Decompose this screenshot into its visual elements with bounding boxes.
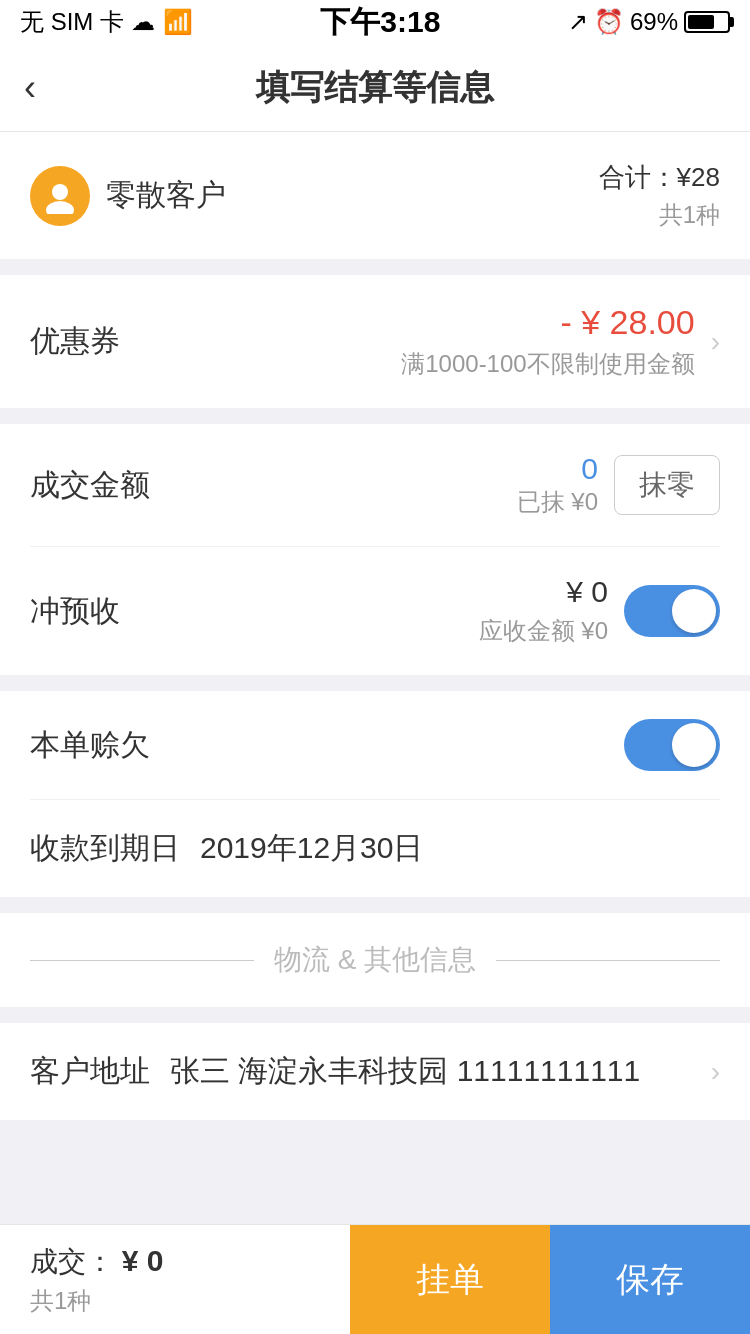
customer-row: 零散客户 合计：¥28 共1种 — [0, 132, 750, 259]
svg-point-0 — [52, 184, 68, 200]
bottom-deal-row: 成交： ¥ 0 — [30, 1243, 320, 1281]
bottom-deal-label: 成交： — [30, 1246, 114, 1277]
coupon-section: 优惠券 - ¥ 28.00 满1000-100不限制使用金额 › — [0, 275, 750, 408]
chevron-icon: › — [711, 326, 720, 358]
hang-button[interactable]: 挂单 — [350, 1225, 550, 1334]
customer-left: 零散客户 — [30, 166, 226, 226]
location-icon: ↗ — [568, 8, 588, 36]
customer-right: 合计：¥28 共1种 — [599, 160, 720, 231]
battery-icon — [684, 11, 730, 33]
credit-row: 本单赊欠 — [0, 691, 750, 799]
status-time: 下午3:18 — [320, 2, 440, 43]
due-date-label: 收款到期日 — [30, 828, 180, 869]
battery-fill — [688, 15, 714, 29]
coupon-label: 优惠券 — [30, 321, 120, 362]
svg-point-1 — [46, 201, 74, 214]
no-sim-text: 无 SIM 卡 ☁ — [20, 6, 155, 38]
wifi-icon: 📶 — [163, 8, 193, 36]
address-chevron-icon: › — [711, 1056, 720, 1088]
address-section: 客户地址 张三 海淀永丰科技园 11111111111 › — [0, 1023, 750, 1120]
prepayment-values: ¥ 0 应收金额 ¥0 — [479, 575, 608, 647]
total-count: 共1种 — [599, 199, 720, 231]
save-button-label: 保存 — [616, 1257, 684, 1303]
due-date-row: 收款到期日 2019年12月30日 — [0, 800, 750, 897]
deal-amount-label: 成交金额 — [30, 465, 150, 506]
address-row[interactable]: 客户地址 张三 海淀永丰科技园 11111111111 › — [0, 1023, 750, 1120]
total-label: 合计：¥28 — [599, 160, 720, 195]
credit-toggle-knob — [672, 723, 716, 767]
logistics-label: 物流 & 其他信息 — [274, 941, 476, 979]
deal-amount-sub: 已抹 ¥0 — [517, 486, 598, 518]
nav-bar: ‹ 填写结算等信息 — [0, 44, 750, 132]
prepayment-right: ¥ 0 应收金额 ¥0 — [479, 575, 720, 647]
logistics-header: 物流 & 其他信息 — [0, 913, 750, 1007]
bottom-info: 成交： ¥ 0 共1种 — [0, 1225, 350, 1334]
customer-section: 零散客户 合计：¥28 共1种 — [0, 132, 750, 259]
prepayment-value: ¥ 0 — [566, 575, 608, 608]
content: 零散客户 合计：¥28 共1种 优惠券 - ¥ 28.00 满1000-100不… — [0, 132, 750, 1256]
prepayment-toggle[interactable] — [624, 585, 720, 637]
page-title: 填写结算等信息 — [256, 65, 494, 111]
deal-amount-row: 成交金额 0 已抹 ¥0 抹零 — [0, 424, 750, 546]
deal-amount-values: 0 已抹 ¥0 — [517, 452, 598, 518]
avatar — [30, 166, 90, 226]
coupon-right: - ¥ 28.00 满1000-100不限制使用金额 › — [401, 303, 720, 380]
prepayment-sub: 应收金额 ¥0 — [479, 615, 608, 647]
customer-name: 零散客户 — [106, 175, 226, 216]
logistics-line-left — [30, 960, 254, 961]
deal-amount-right: 0 已抹 ¥0 抹零 — [517, 452, 720, 518]
prepayment-row: 冲预收 ¥ 0 应收金额 ¥0 — [0, 547, 750, 675]
credit-label: 本单赊欠 — [30, 725, 150, 766]
hang-button-label: 挂单 — [416, 1257, 484, 1303]
prepayment-label: 冲预收 — [30, 591, 120, 632]
due-date-value: 2019年12月30日 — [200, 828, 423, 869]
address-value: 张三 海淀永丰科技园 11111111111 — [170, 1051, 711, 1092]
coupon-value: - ¥ 28.00 — [401, 303, 694, 342]
status-bar: 无 SIM 卡 ☁ 📶 下午3:18 ↗ ⏰ 69% — [0, 0, 750, 44]
address-label: 客户地址 — [30, 1051, 150, 1092]
toggle-knob — [672, 589, 716, 633]
coupon-value-container: - ¥ 28.00 满1000-100不限制使用金额 — [401, 303, 694, 380]
credit-right — [624, 719, 720, 771]
status-right: ↗ ⏰ 69% — [568, 8, 730, 36]
bottom-bar: 成交： ¥ 0 共1种 挂单 保存 — [0, 1224, 750, 1334]
save-button[interactable]: 保存 — [550, 1225, 750, 1334]
status-left: 无 SIM 卡 ☁ 📶 — [20, 6, 193, 38]
bottom-deal-amount: ¥ 0 — [122, 1244, 164, 1277]
credit-section: 本单赊欠 收款到期日 2019年12月30日 — [0, 691, 750, 897]
alarm-icon: ⏰ — [594, 8, 624, 36]
credit-toggle[interactable] — [624, 719, 720, 771]
deal-amount-value: 0 — [581, 452, 598, 485]
battery-text: 69% — [630, 8, 678, 36]
round-zero-button[interactable]: 抹零 — [614, 455, 720, 515]
coupon-sub: 满1000-100不限制使用金额 — [401, 348, 694, 380]
logistics-line-right — [496, 960, 720, 961]
back-button[interactable]: ‹ — [24, 67, 36, 109]
deal-prepay-section: 成交金额 0 已抹 ¥0 抹零 冲预收 ¥ 0 应收金 — [0, 424, 750, 675]
coupon-row[interactable]: 优惠券 - ¥ 28.00 满1000-100不限制使用金额 › — [0, 275, 750, 408]
logistics-section: 物流 & 其他信息 — [0, 913, 750, 1007]
bottom-count: 共1种 — [30, 1285, 320, 1317]
